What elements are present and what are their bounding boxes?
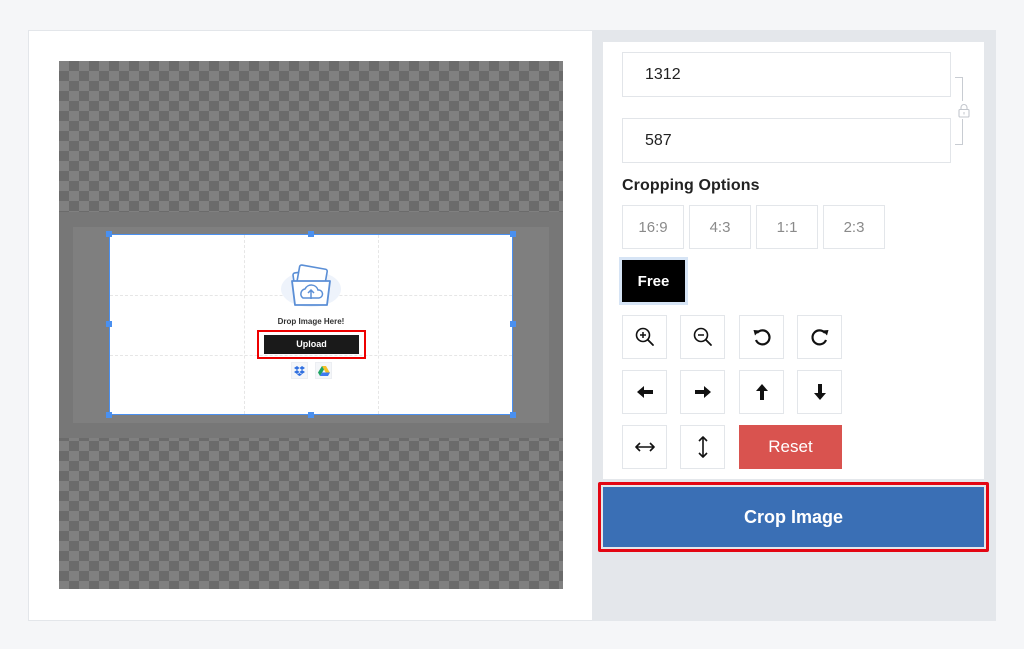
drop-image-text: Drop Image Here!	[277, 317, 345, 326]
resize-handle-ne[interactable]	[510, 231, 516, 237]
resize-handle-n[interactable]	[308, 231, 314, 237]
resize-handle-nw[interactable]	[106, 231, 112, 237]
resize-handle-se[interactable]	[510, 412, 516, 418]
zoom-in-button[interactable]	[622, 315, 667, 359]
crop-settings-panel: Cropping Options 16:9 4:3 1:1 2:3 Free	[592, 30, 996, 621]
lock-icon[interactable]	[958, 103, 970, 118]
rotate-left-button[interactable]	[739, 315, 784, 359]
crop-selection-box[interactable]: Drop Image Here! Upload	[106, 231, 516, 418]
resize-handle-sw[interactable]	[106, 412, 112, 418]
move-up-button[interactable]	[739, 370, 784, 414]
reset-button[interactable]: Reset	[739, 425, 842, 469]
crop-canvas[interactable]: Drop Image Here! Upload	[59, 61, 563, 589]
aspect-link-bracket	[955, 119, 963, 145]
ratio-1-1-button[interactable]: 1:1	[756, 205, 818, 249]
upload-highlight: Upload	[257, 330, 366, 359]
rotate-left-icon	[753, 329, 771, 346]
upload-button[interactable]: Upload	[264, 335, 359, 354]
rotate-right-icon	[810, 329, 828, 346]
move-down-button[interactable]	[797, 370, 842, 414]
width-input[interactable]	[622, 52, 951, 97]
ratio-free-button[interactable]: Free	[619, 257, 688, 305]
flip-horizontal-button[interactable]	[622, 425, 667, 469]
ratio-2-3-button[interactable]: 2:3	[823, 205, 885, 249]
arrow-up-icon	[755, 384, 768, 400]
arrow-down-icon	[813, 384, 826, 400]
crop-image-button[interactable]: Crop Image	[603, 487, 984, 547]
settings-inner: Cropping Options 16:9 4:3 1:1 2:3 Free	[603, 42, 984, 479]
height-input[interactable]	[622, 118, 951, 163]
upload-folder-icon	[278, 259, 344, 309]
move-right-button[interactable]	[680, 370, 725, 414]
aspect-link-bracket	[955, 77, 963, 101]
ratio-4-3-button[interactable]: 4:3	[689, 205, 751, 249]
dropbox-icon[interactable]	[291, 362, 308, 379]
ratio-16-9-button[interactable]: 16:9	[622, 205, 684, 249]
zoom-out-icon	[693, 327, 712, 346]
crop-button-highlight: Crop Image	[598, 482, 989, 552]
zoom-out-button[interactable]	[680, 315, 725, 359]
google-drive-icon[interactable]	[315, 362, 332, 379]
arrow-left-icon	[636, 386, 653, 398]
move-left-button[interactable]	[622, 370, 667, 414]
arrow-right-icon	[694, 386, 711, 398]
resize-handle-s[interactable]	[308, 412, 314, 418]
zoom-in-icon	[635, 327, 654, 346]
flip-vertical-button[interactable]	[680, 425, 725, 469]
flip-vertical-icon	[697, 436, 708, 458]
rotate-right-button[interactable]	[797, 315, 842, 359]
flip-horizontal-icon	[634, 442, 655, 452]
cropping-options-label: Cropping Options	[622, 177, 760, 194]
